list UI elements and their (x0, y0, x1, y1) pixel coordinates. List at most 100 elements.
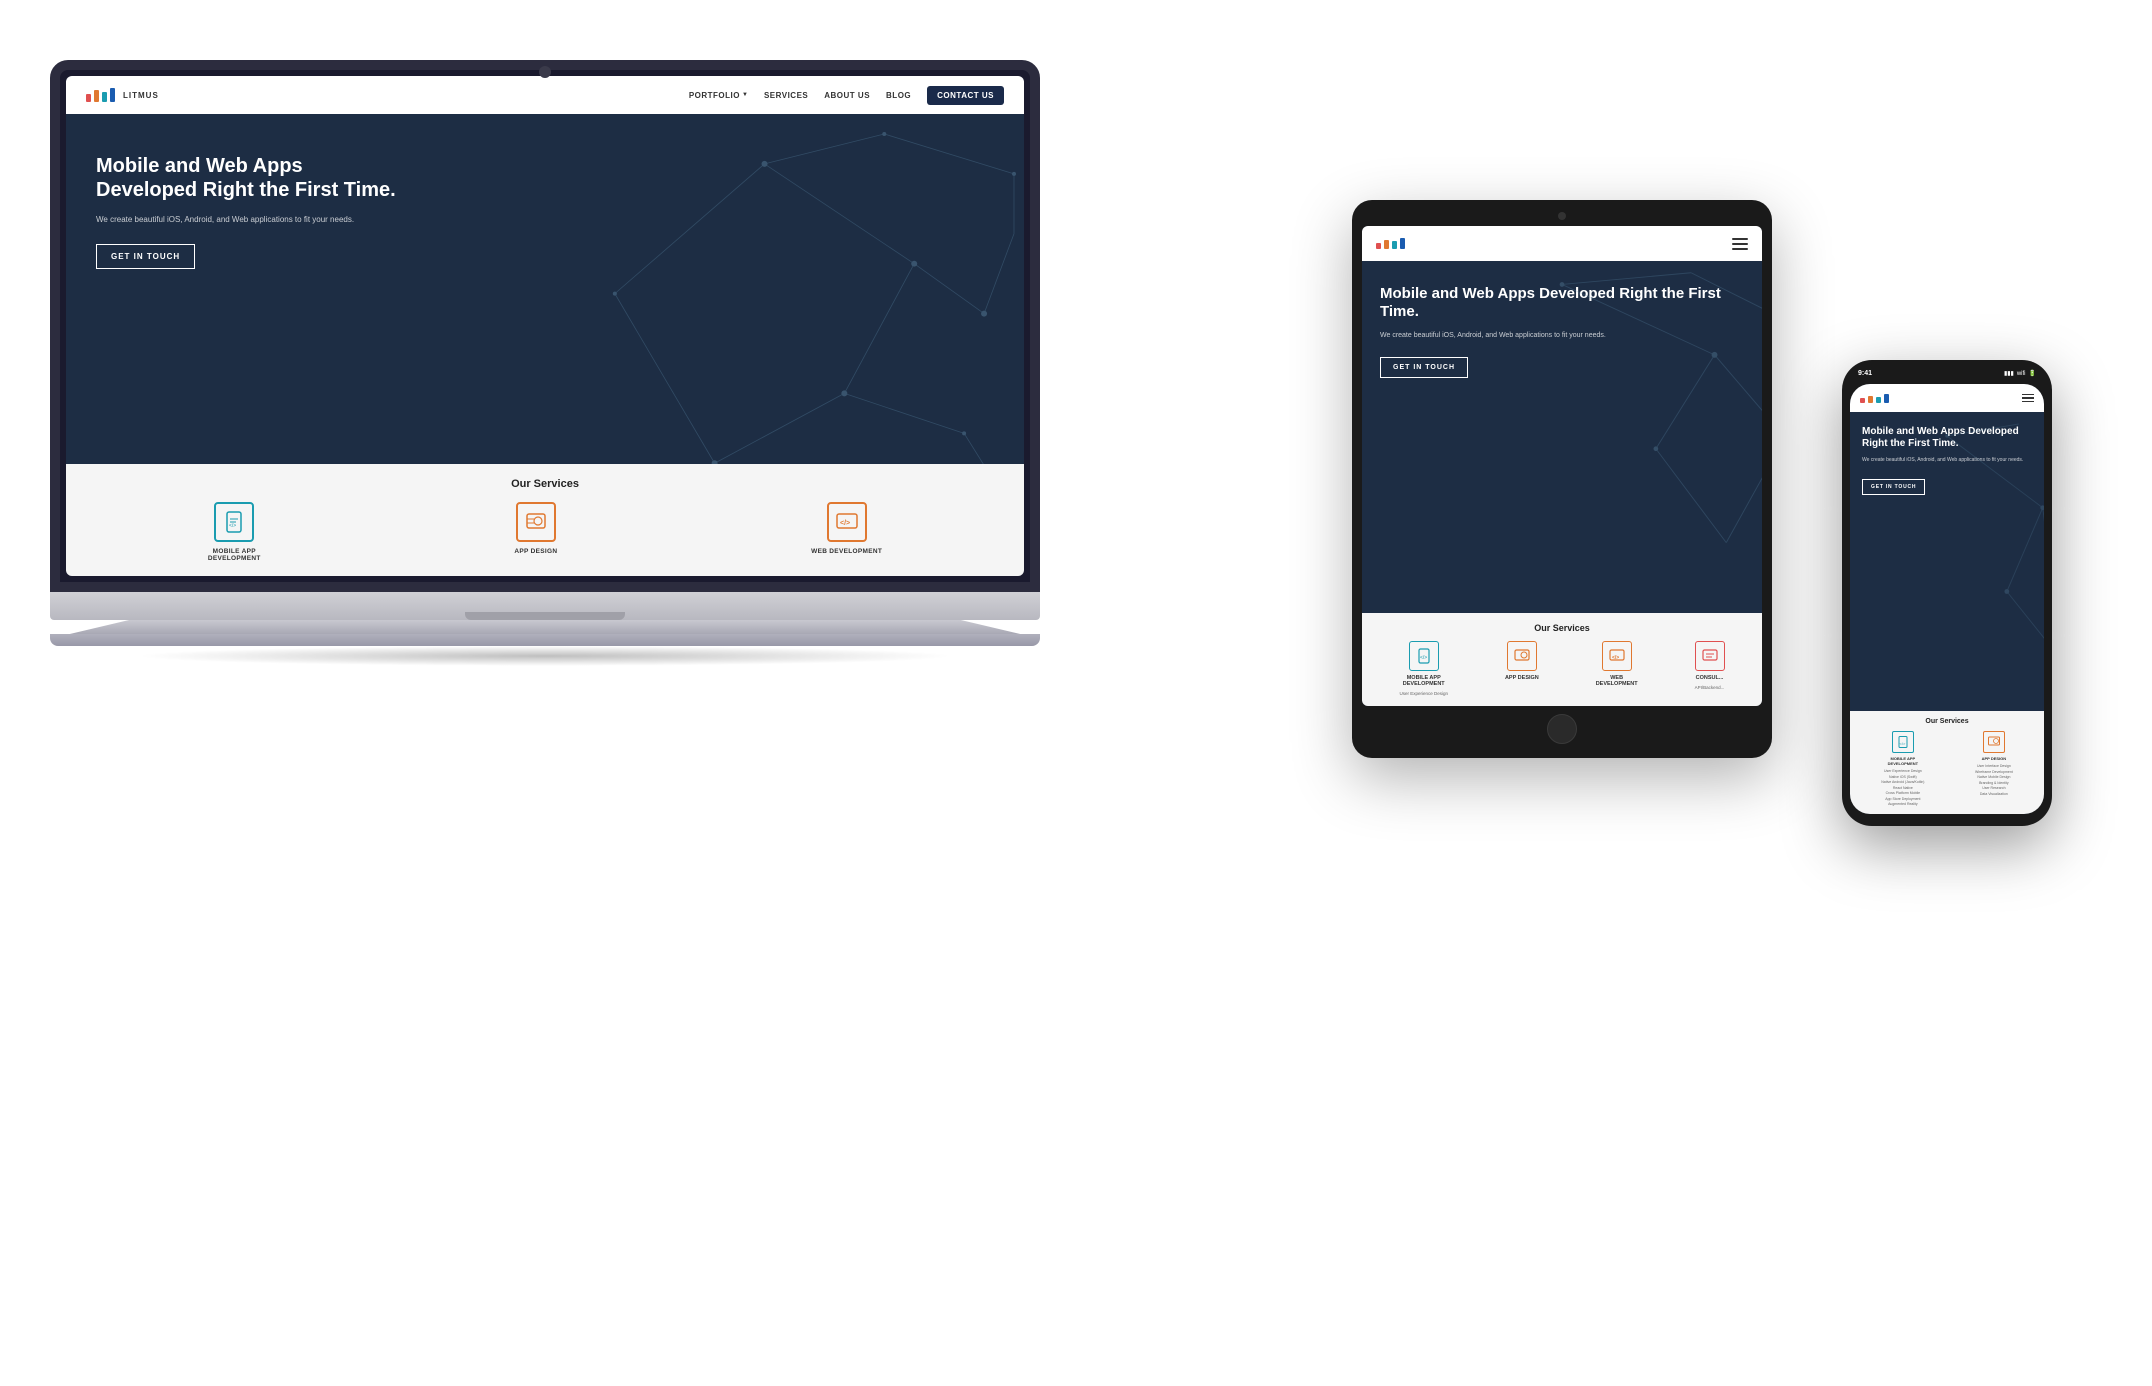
phone-service-mobile: </> MOBILE APPDEVELOPMENT User Experienc… (1881, 731, 1924, 807)
laptop-hero-title: Mobile and Web Apps Developed Right the … (96, 154, 396, 202)
phone-mobile-sub-items: User Experience Design Native iOS (Swift… (1881, 769, 1924, 807)
tablet-logo-bar-1 (1376, 243, 1381, 249)
phone-logo-bar-4 (1884, 394, 1889, 403)
phone-mobile-sub-7: Augmented Reality (1888, 802, 1918, 807)
laptop-design-icon (516, 502, 556, 542)
laptop-hero-cta[interactable]: GET IN TOUCH (96, 244, 195, 269)
phone-mobile-icon: </> (1892, 731, 1914, 753)
blog-link[interactable]: BLOG (886, 91, 911, 100)
wifi-icon: wifi (2017, 371, 2026, 377)
phone-status-icons: ▮▮▮ wifi 🔋 (2004, 370, 2036, 377)
tablet-design-icon (1507, 641, 1537, 671)
phone-hero: Mobile and Web Apps Developed Right the … (1850, 412, 2044, 711)
signal-icon: ▮▮▮ (2004, 370, 2014, 377)
svg-text:</>: </> (840, 520, 850, 527)
tablet-screen: Mobile and Web Apps Developed Right the … (1362, 226, 1762, 706)
phone-mobile-label: MOBILE APPDEVELOPMENT (1888, 756, 1918, 766)
logo-bar-2 (94, 90, 99, 102)
hamburger-line-2 (1732, 243, 1748, 245)
phone-mobile-sub-3: Native Android (Java/Kotlin) (1881, 780, 1924, 785)
tablet-logo-bar-2 (1384, 240, 1389, 249)
laptop-nav-links: PORTFOLIO ▼ SERVICES ABOUT US BLOG CONTA… (689, 86, 1004, 105)
tablet-logo (1376, 238, 1405, 249)
scene: LITMUS PORTFOLIO ▼ SERVICES ABOUT US BLO… (0, 0, 2152, 1386)
portfolio-chevron: ▼ (742, 92, 748, 98)
phone-design-sub-3: Native Mobile Design (1977, 775, 2010, 780)
phone-services-title: Our Services (1858, 718, 2036, 725)
phone-design-sub-1: User Interface Design (1977, 764, 2011, 769)
laptop-shadow (135, 646, 955, 666)
phone-services-grid: </> MOBILE APPDEVELOPMENT User Experienc… (1858, 731, 2036, 807)
tablet-consult-icon (1695, 641, 1725, 671)
laptop-service-mobile: </> MOBILE APPDEVELOPMENT (208, 502, 261, 562)
phone-logo-bar-1 (1860, 398, 1865, 403)
laptop-hero-content: Mobile and Web Apps Developed Right the … (96, 154, 396, 269)
laptop-services-title: Our Services (86, 478, 1004, 490)
phone-device: 9:41 ▮▮▮ wifi 🔋 (1842, 360, 2052, 826)
laptop-contact-btn[interactable]: CONTACT US (927, 86, 1004, 105)
laptop-nav: LITMUS PORTFOLIO ▼ SERVICES ABOUT US BLO… (66, 76, 1024, 114)
phone-hamburger-line-3 (2022, 401, 2034, 403)
phone-design-sub-items: User Interface Design Wireframe Developm… (1975, 764, 2013, 796)
phone-services: Our Services </> MOBILE APPD (1850, 711, 2044, 814)
phone-mobile-sub-2: Native iOS (Swift) (1889, 775, 1917, 780)
svg-text:</>: </> (1420, 655, 1427, 661)
tablet-mobile-label: MOBILE APPDEVELOPMENT (1403, 675, 1445, 687)
tablet-consult-label: CONSUL... (1696, 675, 1724, 681)
laptop-mobile-icon: </> (214, 502, 254, 542)
tablet-service-design: APP DESIGN (1505, 641, 1539, 696)
laptop-mobile-label: MOBILE APPDEVELOPMENT (208, 548, 261, 562)
services-link[interactable]: SERVICES (764, 91, 808, 100)
svg-text:</>: </> (1899, 741, 1905, 746)
laptop-nav-portfolio[interactable]: PORTFOLIO ▼ (689, 91, 748, 100)
logo-bar-4 (110, 88, 115, 102)
phone-logo-bars (1860, 394, 1889, 403)
phone-mobile-sub-6: App Store Deployment (1885, 797, 1920, 802)
tablet-web-label: WEBDEVELOPMENT (1596, 675, 1638, 687)
phone-logo-bar-3 (1876, 397, 1881, 403)
laptop-hero-subtitle: We create beautiful iOS, Android, and We… (96, 214, 396, 226)
laptop-base (50, 592, 1040, 620)
logo-bars (86, 88, 115, 102)
hamburger-line-3 (1732, 248, 1748, 250)
laptop-logo-text: LITMUS (123, 91, 159, 100)
phone-website: Mobile and Web Apps Developed Right the … (1850, 384, 2044, 814)
laptop-services-grid: </> MOBILE APPDEVELOPMENT (86, 502, 1004, 562)
laptop-logo: LITMUS (86, 88, 159, 102)
phone-mobile-sub-1: User Experience Design (1884, 769, 1922, 774)
phone-mobile-sub-5: Cross Platform Mobile (1886, 791, 1920, 796)
tablet-home-button[interactable] (1547, 714, 1577, 744)
phone-design-sub-5: User Research (1982, 786, 2005, 791)
phone-time: 9:41 (1858, 370, 1872, 377)
about-link[interactable]: ABOUT US (824, 91, 870, 100)
tablet-logo-bar-4 (1400, 238, 1405, 249)
logo-bar-1 (86, 94, 91, 102)
laptop-service-web: </> WEB DEVELOPMENT (811, 502, 882, 555)
tablet-hamburger-menu[interactable] (1732, 238, 1748, 250)
phone-mobile-sub-4: React Native (1893, 786, 1913, 791)
laptop-service-design: APP DESIGN (514, 502, 557, 555)
phone-hamburger-line-1 (2022, 394, 2034, 396)
tablet-logo-bar-3 (1392, 241, 1397, 249)
laptop-screen-outer: LITMUS PORTFOLIO ▼ SERVICES ABOUT US BLO… (50, 60, 1040, 592)
tablet-website: Mobile and Web Apps Developed Right the … (1362, 226, 1762, 706)
phone-hero-network (1850, 412, 2044, 711)
tablet-services-title: Our Services (1374, 623, 1750, 633)
tablet-nav (1362, 226, 1762, 261)
tablet-web-icon: </> (1602, 641, 1632, 671)
svg-text:</>: </> (1612, 655, 1619, 661)
phone-logo-bar-2 (1868, 396, 1873, 403)
tablet-camera (1558, 212, 1566, 220)
phone-notch (1922, 372, 1972, 384)
laptop-services: Our Services </> (66, 464, 1024, 576)
tablet-service-web: </> WEBDEVELOPMENT (1596, 641, 1638, 696)
phone-design-sub-2: Wireframe Development (1975, 770, 2013, 775)
phone-hamburger-menu[interactable] (2022, 394, 2034, 403)
laptop-web-label: WEB DEVELOPMENT (811, 548, 882, 555)
phone-outer: 9:41 ▮▮▮ wifi 🔋 (1842, 360, 2052, 826)
laptop-hero: Mobile and Web Apps Developed Right the … (66, 114, 1024, 464)
tablet-outer: Mobile and Web Apps Developed Right the … (1352, 200, 1772, 758)
phone-design-sub-4: Branding & Identity (1979, 781, 2009, 786)
tablet-services: Our Services </> MOBILE APPDEVELOPMENT (1362, 613, 1762, 706)
laptop-web-icon: </> (827, 502, 867, 542)
